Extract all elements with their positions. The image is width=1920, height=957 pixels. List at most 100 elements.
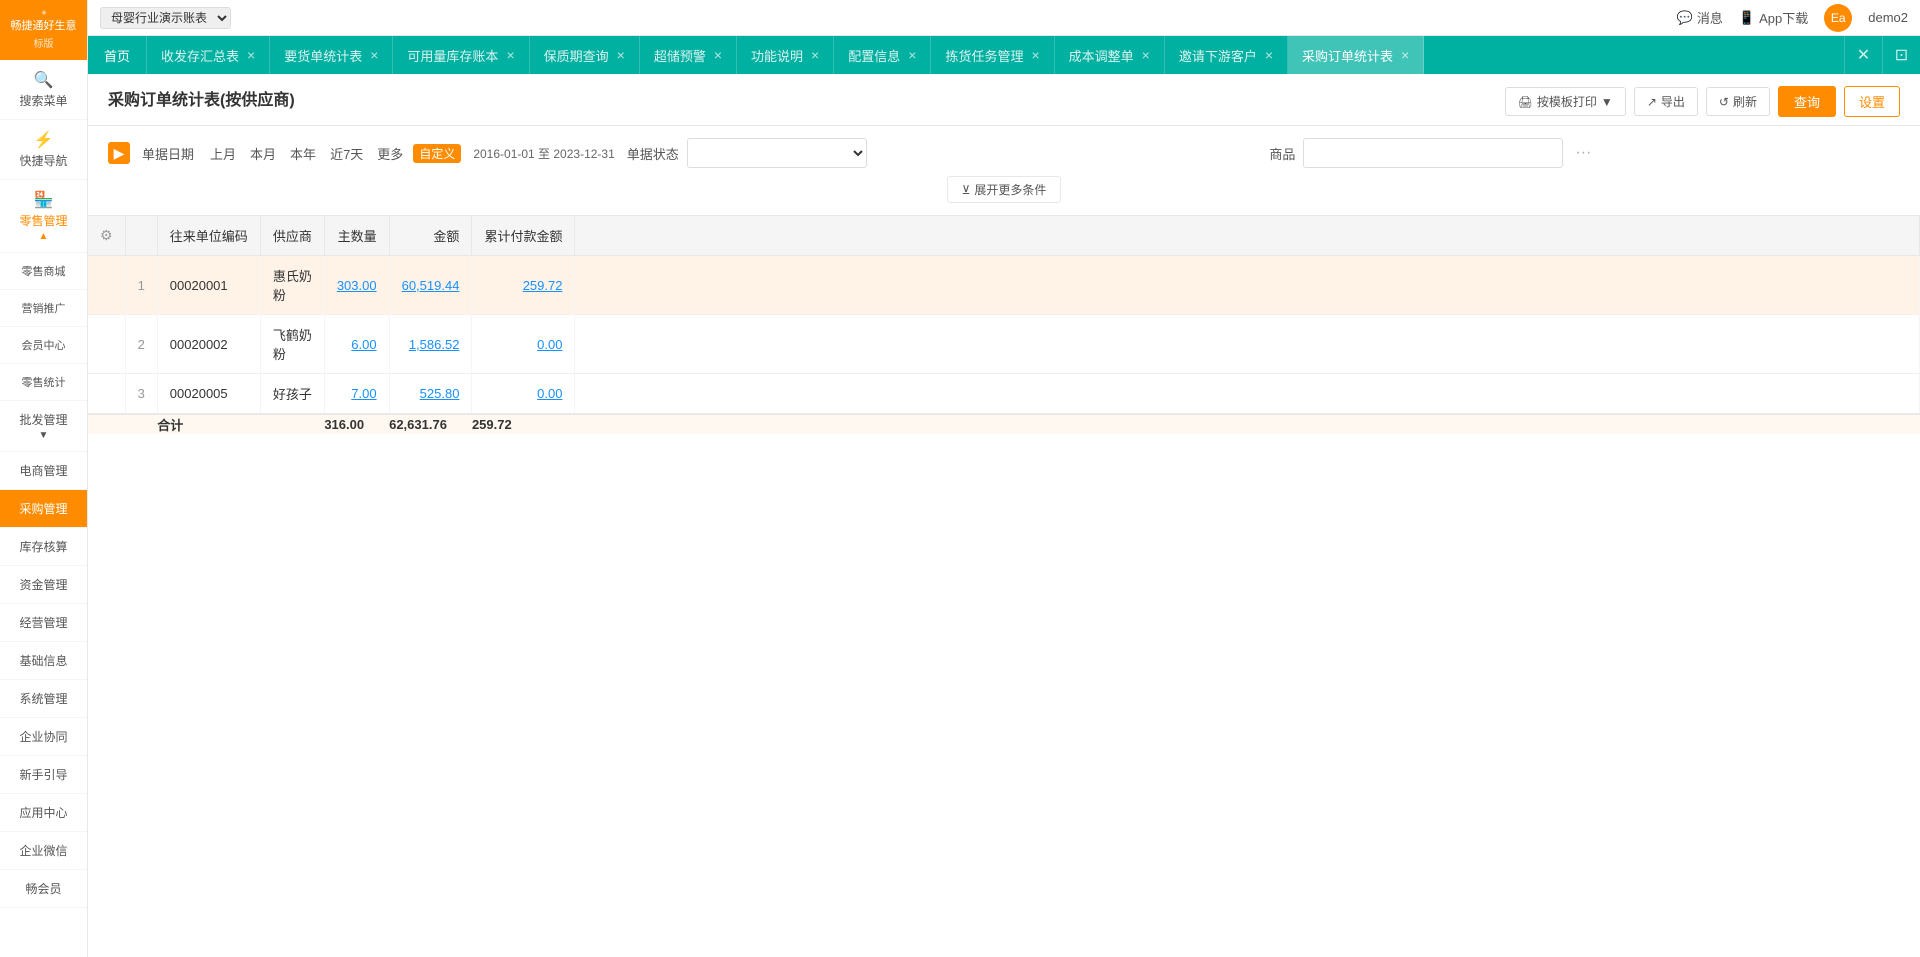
- column-settings-icon[interactable]: ⚙: [100, 227, 113, 243]
- tab-cost-adjust[interactable]: 成本调整单 ×: [1055, 36, 1165, 74]
- sidebar-item-basic-info-label: 基础信息: [19, 652, 67, 669]
- user-avatar[interactable]: Ea: [1824, 4, 1852, 32]
- tabbar: 首页 收发存汇总表 × 要货单统计表 × 可用量库存账本 × 保质期查询 × 超…: [88, 36, 1920, 74]
- message-icon: 💬: [1677, 10, 1693, 26]
- tab-invite-downstream-close[interactable]: ×: [1265, 47, 1273, 63]
- tab-available-stock-label: 可用量库存账本: [407, 46, 498, 65]
- row-extra: [575, 256, 1920, 315]
- row-extra: [575, 315, 1920, 374]
- shortcut-last-7days[interactable]: 近7天: [326, 143, 367, 164]
- tab-purchase-summary-close[interactable]: ×: [1401, 47, 1409, 63]
- tab-home[interactable]: 首页: [88, 36, 147, 74]
- sidebar-item-purchase-mgmt[interactable]: 采购管理: [0, 490, 87, 528]
- row-settings-cell: [88, 374, 125, 415]
- tab-invite-downstream[interactable]: 邀请下游客户 ×: [1165, 36, 1288, 74]
- row-amount: 1,586.52: [389, 315, 472, 374]
- print-label: 按模板打印: [1537, 93, 1597, 110]
- tab-receive-summary-close[interactable]: ×: [247, 47, 255, 63]
- print-icon: 🖨: [1518, 95, 1533, 109]
- row-amount: 60,519.44: [389, 256, 472, 315]
- sidebar-item-member-center[interactable]: 会员中心: [0, 327, 87, 364]
- tab-expiry-query[interactable]: 保质期查询 ×: [530, 36, 640, 74]
- shortcut-this-year[interactable]: 本年: [286, 143, 320, 164]
- tab-expiry-query-close[interactable]: ×: [617, 47, 625, 63]
- tab-function-desc[interactable]: 功能说明 ×: [737, 36, 834, 74]
- footer-supplier-cell: [260, 414, 324, 434]
- sidebar-item-ops-mgmt[interactable]: 经营管理: [0, 604, 87, 642]
- sidebar-item-retail-mall[interactable]: 零售商城: [0, 253, 87, 290]
- tab-available-stock-close[interactable]: ×: [506, 47, 514, 63]
- workspace-selector[interactable]: 母婴行业演示账表: [100, 7, 231, 29]
- sidebar-item-enterprise-coop[interactable]: 企业协同: [0, 718, 87, 756]
- th-supplier: 供应商: [260, 216, 324, 256]
- message-button[interactable]: 💬 消息: [1677, 8, 1723, 27]
- sidebar-item-ecommerce-mgmt[interactable]: 电商管理: [0, 452, 87, 490]
- filter-row-1: ▶ 单据日期 上月 本月 本年 近7天 更多 自定义 2016-01-01 至 …: [108, 138, 1900, 168]
- tab-config-info-close[interactable]: ×: [908, 47, 916, 63]
- tab-config-info[interactable]: 配置信息 ×: [834, 36, 931, 74]
- filter-toggle-button[interactable]: ▶: [108, 142, 130, 164]
- refresh-button[interactable]: ↺ 刷新: [1706, 87, 1770, 116]
- content-area: 采购订单统计表(按供应商) 🖨 按模板打印 ▼ ↗ 导出 ↺ 刷新: [88, 74, 1920, 957]
- sidebar-item-wholesale-mgmt[interactable]: 批发管理 ▼: [0, 401, 87, 452]
- sidebar-item-app-center[interactable]: 应用中心: [0, 794, 87, 832]
- sidebar-item-marketing[interactable]: 营销推广: [0, 290, 87, 327]
- logo-text: 畅捷通好生意: [11, 17, 77, 33]
- tab-goods-summary[interactable]: 要货单统计表 ×: [270, 36, 393, 74]
- goods-input[interactable]: [1303, 138, 1563, 168]
- tab-purchase-summary[interactable]: 采购订单统计表 ×: [1288, 36, 1424, 74]
- user-initial: Ea: [1831, 11, 1846, 25]
- tab-overstock-alert-close[interactable]: ×: [714, 47, 722, 63]
- tab-available-stock[interactable]: 可用量库存账本 ×: [393, 36, 529, 74]
- status-label: 单据状态: [627, 144, 679, 163]
- tab-goods-summary-label: 要货单统计表: [284, 46, 362, 65]
- table-header-row: ⚙ 往来单位编码 供应商 主数量 金额 累计付款金额: [88, 216, 1920, 256]
- tab-config-info-label: 配置信息: [848, 46, 900, 65]
- tab-pick-task-close[interactable]: ×: [1031, 47, 1039, 63]
- app-download-button[interactable]: 📱 App下载: [1739, 8, 1808, 27]
- tab-pick-task[interactable]: 拣货任务管理 ×: [931, 36, 1054, 74]
- sidebar-item-search[interactable]: 🔍 搜索菜单: [0, 60, 87, 120]
- shortcut-last-month[interactable]: 上月: [206, 143, 240, 164]
- sidebar-item-retail-stats[interactable]: 零售统计: [0, 364, 87, 401]
- setting-button[interactable]: 设置: [1844, 86, 1900, 117]
- tab-goods-summary-close[interactable]: ×: [370, 47, 378, 63]
- sidebar-item-finance-mgmt[interactable]: 资金管理: [0, 566, 87, 604]
- filter-area: ▶ 单据日期 上月 本月 本年 近7天 更多 自定义 2016-01-01 至 …: [88, 126, 1920, 216]
- sidebar-item-marketing-label: 营销推广: [22, 300, 66, 316]
- sidebar-item-enterprise-wechat[interactable]: 企业微信: [0, 832, 87, 870]
- sidebar-item-retail-mgmt[interactable]: 🏪 零售管理 ▲: [0, 180, 87, 253]
- sidebar-item-system-mgmt[interactable]: 系统管理: [0, 680, 87, 718]
- status-select[interactable]: [687, 138, 867, 168]
- shortcut-this-month[interactable]: 本月: [246, 143, 280, 164]
- sidebar-item-system-mgmt-label: 系统管理: [19, 690, 67, 707]
- sidebar-item-new-guide[interactable]: 新手引导: [0, 756, 87, 794]
- custom-date-badge[interactable]: 自定义: [413, 144, 461, 163]
- tab-close-all-button[interactable]: ✕: [1844, 36, 1882, 74]
- expand-more-button[interactable]: ⊻ 展开更多条件: [947, 176, 1062, 203]
- sidebar-item-stock-check[interactable]: 库存核算: [0, 528, 87, 566]
- topbar-left: 母婴行业演示账表: [100, 7, 231, 29]
- export-button[interactable]: ↗ 导出: [1634, 87, 1698, 116]
- footer-seq-cell: [125, 414, 157, 434]
- date-shortcuts: 上月 本月 本年 近7天 更多 自定义: [206, 143, 461, 164]
- print-template-button[interactable]: 🖨 按模板打印 ▼: [1505, 87, 1626, 116]
- row-supplier: 好孩子: [260, 374, 324, 415]
- tab-maximize-button[interactable]: ⊡: [1882, 36, 1920, 74]
- query-button[interactable]: 查询: [1778, 86, 1836, 117]
- tab-cost-adjust-close[interactable]: ×: [1142, 47, 1150, 63]
- footer-amount: 62,631.76: [389, 414, 472, 434]
- sidebar-item-quick-nav[interactable]: ⚡ 快捷导航: [0, 120, 87, 180]
- filter-row-2: ⊻ 展开更多条件: [108, 176, 1900, 203]
- shortcut-more[interactable]: 更多: [373, 143, 407, 164]
- tab-function-desc-close[interactable]: ×: [811, 47, 819, 63]
- sidebar-item-member[interactable]: 畅会员: [0, 870, 87, 908]
- message-label: 消息: [1697, 8, 1723, 27]
- tab-receive-summary[interactable]: 收发存汇总表 ×: [147, 36, 270, 74]
- sidebar-item-basic-info[interactable]: 基础信息: [0, 642, 87, 680]
- tab-overstock-alert-label: 超储预警: [654, 46, 706, 65]
- th-extra: [575, 216, 1920, 256]
- more-fields-icon[interactable]: ···: [1575, 144, 1591, 162]
- tab-receive-summary-label: 收发存汇总表: [161, 46, 239, 65]
- tab-overstock-alert[interactable]: 超储预警 ×: [640, 36, 737, 74]
